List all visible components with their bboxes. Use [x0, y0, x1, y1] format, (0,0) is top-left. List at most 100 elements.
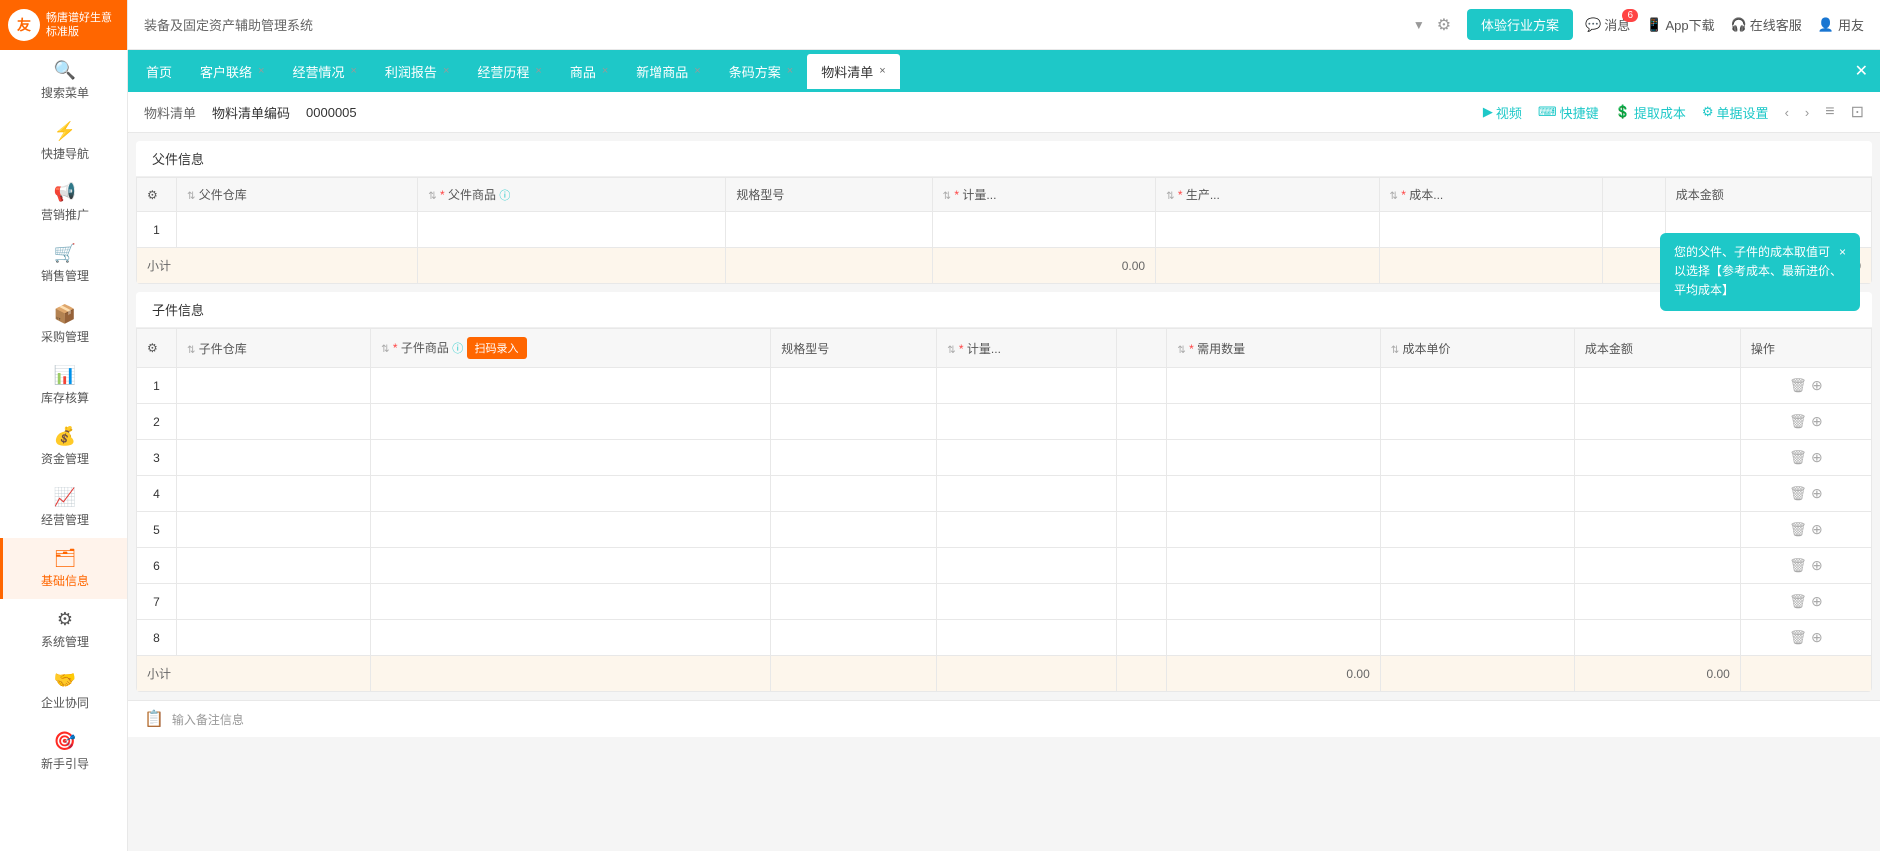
- child-need-qty-cell[interactable]: [1167, 512, 1380, 548]
- child-product-cell[interactable]: [371, 620, 771, 656]
- child-unit-cell[interactable]: [937, 440, 1117, 476]
- child-product-cell[interactable]: [371, 512, 771, 548]
- delete-icon[interactable]: 🗑: [1789, 449, 1807, 466]
- child-spec-cell[interactable]: [771, 620, 937, 656]
- action-cost-button[interactable]: 💲 提取成本: [1615, 103, 1686, 122]
- copy-icon[interactable]: ⊕: [1811, 629, 1823, 646]
- child-spec-cell[interactable]: [771, 476, 937, 512]
- sidebar-item-0[interactable]: 🔍 搜索菜单: [0, 50, 127, 111]
- nav-prev-button[interactable]: ‹: [1785, 105, 1789, 120]
- nav-tab-close-7[interactable]: ×: [787, 65, 793, 77]
- sidebar-item-9[interactable]: ⚙ 系统管理: [0, 599, 127, 660]
- delete-icon[interactable]: 🗑: [1789, 557, 1807, 574]
- sidebar-item-7[interactable]: 📈 经营管理: [0, 477, 127, 538]
- delete-icon[interactable]: 🗑: [1789, 629, 1807, 646]
- breadcrumb-bom[interactable]: 物料清单: [144, 103, 196, 122]
- child-unit-price-cell[interactable]: [1380, 512, 1574, 548]
- parent-produce-cell[interactable]: [1156, 212, 1379, 248]
- nav-next-button[interactable]: ›: [1805, 105, 1809, 120]
- copy-icon[interactable]: ⊕: [1811, 377, 1823, 394]
- copy-icon[interactable]: ⊕: [1811, 449, 1823, 466]
- copy-icon[interactable]: ⊕: [1811, 485, 1823, 502]
- child-need-qty-cell[interactable]: [1167, 548, 1380, 584]
- nav-tab-close-1[interactable]: ×: [258, 65, 264, 77]
- parent-warehouse-cell[interactable]: [177, 212, 418, 248]
- child-unit-price-cell[interactable]: [1380, 440, 1574, 476]
- child-th-settings[interactable]: ⚙: [137, 329, 177, 368]
- trial-button[interactable]: 体验行业方案: [1467, 9, 1573, 40]
- child-unit-cell[interactable]: [937, 584, 1117, 620]
- nav-tab-close-8[interactable]: ×: [879, 65, 885, 77]
- scan-input-button[interactable]: 扫码录入: [467, 337, 527, 359]
- child-product-cell[interactable]: [371, 476, 771, 512]
- parent-product-cell[interactable]: [418, 212, 726, 248]
- expand-button[interactable]: ⊡: [1851, 102, 1864, 122]
- nav-tab-close-2[interactable]: ×: [350, 65, 356, 77]
- nav-tab-5[interactable]: 商品×: [556, 54, 622, 89]
- child-unit-price-cell[interactable]: [1380, 404, 1574, 440]
- child-unit-cell[interactable]: [937, 620, 1117, 656]
- nav-tab-6[interactable]: 新增商品×: [622, 54, 714, 89]
- nav-tab-close-5[interactable]: ×: [602, 65, 608, 77]
- child-product-cell[interactable]: [371, 584, 771, 620]
- child-spec-cell[interactable]: [771, 584, 937, 620]
- copy-icon[interactable]: ⊕: [1811, 521, 1823, 538]
- message-button[interactable]: 💬 消息 6: [1585, 15, 1630, 34]
- nav-tab-3[interactable]: 利润报告×: [371, 54, 463, 89]
- child-unit-cell[interactable]: [937, 404, 1117, 440]
- child-unit-price-cell[interactable]: [1380, 548, 1574, 584]
- topbar-gear-icon[interactable]: ⚙: [1437, 15, 1451, 35]
- topbar-expand-icon[interactable]: ▼: [1413, 18, 1425, 32]
- sidebar-item-5[interactable]: 📊 库存核算: [0, 355, 127, 416]
- child-spec-cell[interactable]: [771, 548, 937, 584]
- child-product-cell[interactable]: [371, 548, 771, 584]
- child-need-qty-cell[interactable]: [1167, 620, 1380, 656]
- delete-icon[interactable]: 🗑: [1789, 377, 1807, 394]
- nav-tab-close-3[interactable]: ×: [443, 65, 449, 77]
- copy-icon[interactable]: ⊕: [1811, 557, 1823, 574]
- child-need-qty-cell[interactable]: [1167, 368, 1380, 404]
- child-warehouse-cell[interactable]: [177, 512, 371, 548]
- nav-tab-1[interactable]: 客户联络×: [186, 54, 278, 89]
- child-unit-cell[interactable]: [937, 368, 1117, 404]
- copy-icon[interactable]: ⊕: [1811, 413, 1823, 430]
- tooltip-close-button[interactable]: ×: [1839, 243, 1846, 262]
- delete-icon[interactable]: 🗑: [1789, 521, 1807, 538]
- child-unit-price-cell[interactable]: [1380, 584, 1574, 620]
- note-hint[interactable]: 输入备注信息: [172, 711, 244, 728]
- child-product-cell[interactable]: [371, 440, 771, 476]
- nav-tab-close-4[interactable]: ×: [535, 65, 541, 77]
- delete-icon[interactable]: 🗑: [1789, 413, 1807, 430]
- nav-tab-4[interactable]: 经营历程×: [463, 54, 555, 89]
- parent-cost-cell[interactable]: [1379, 212, 1602, 248]
- child-warehouse-cell[interactable]: [177, 620, 371, 656]
- child-spec-cell[interactable]: [771, 404, 937, 440]
- child-need-qty-cell[interactable]: [1167, 584, 1380, 620]
- action-view-button[interactable]: ▶ 视频: [1483, 103, 1522, 122]
- child-warehouse-cell[interactable]: [177, 368, 371, 404]
- child-spec-cell[interactable]: [771, 368, 937, 404]
- sidebar-item-10[interactable]: 🤝 企业协同: [0, 660, 127, 721]
- copy-icon[interactable]: ⊕: [1811, 593, 1823, 610]
- delete-icon[interactable]: 🗑: [1789, 485, 1807, 502]
- child-unit-price-cell[interactable]: [1380, 620, 1574, 656]
- child-warehouse-cell[interactable]: [177, 404, 371, 440]
- online-service-button[interactable]: 🎧 在线客服: [1731, 15, 1802, 34]
- child-product-cell[interactable]: [371, 368, 771, 404]
- child-warehouse-cell[interactable]: [177, 584, 371, 620]
- action-shortcut-button[interactable]: ⌨ 快捷键: [1538, 103, 1599, 122]
- child-unit-cell[interactable]: [937, 512, 1117, 548]
- child-warehouse-cell[interactable]: [177, 440, 371, 476]
- nav-tab-8[interactable]: 物料清单×: [807, 54, 899, 89]
- sidebar-item-1[interactable]: ⚡ 快捷导航: [0, 111, 127, 172]
- parent-th-settings[interactable]: ⚙: [137, 178, 177, 212]
- close-all-tabs-button[interactable]: ✕: [1847, 61, 1876, 81]
- child-warehouse-cell[interactable]: [177, 476, 371, 512]
- action-settings-button[interactable]: ⚙ 单据设置: [1702, 103, 1769, 122]
- child-need-qty-cell[interactable]: [1167, 476, 1380, 512]
- menu-button[interactable]: ≡: [1825, 103, 1834, 121]
- child-unit-cell[interactable]: [937, 476, 1117, 512]
- sidebar-item-11[interactable]: 🎯 新手引导: [0, 721, 127, 782]
- parent-unit-cell[interactable]: [932, 212, 1155, 248]
- child-spec-cell[interactable]: [771, 440, 937, 476]
